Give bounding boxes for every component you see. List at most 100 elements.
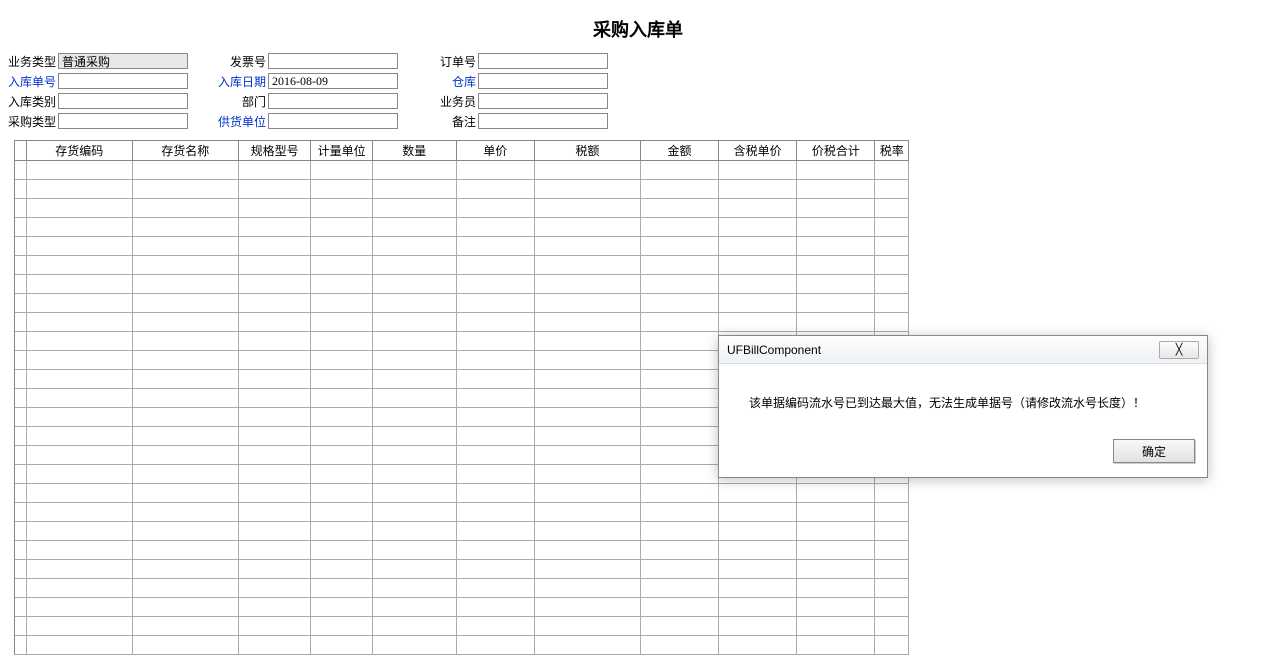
- cell[interactable]: [534, 388, 640, 407]
- cell[interactable]: [26, 559, 132, 578]
- cell[interactable]: [534, 407, 640, 426]
- cell[interactable]: [719, 236, 797, 255]
- table-row[interactable]: [15, 559, 909, 578]
- cell[interactable]: [311, 350, 372, 369]
- cell[interactable]: [640, 578, 718, 597]
- cell[interactable]: [719, 312, 797, 331]
- cell[interactable]: [640, 483, 718, 502]
- cell[interactable]: [456, 331, 534, 350]
- cell[interactable]: [132, 236, 238, 255]
- cell[interactable]: [132, 540, 238, 559]
- cell[interactable]: [26, 635, 132, 654]
- cell[interactable]: [311, 179, 372, 198]
- cell[interactable]: [456, 350, 534, 369]
- table-row[interactable]: [15, 179, 909, 198]
- cell[interactable]: [26, 369, 132, 388]
- cell[interactable]: [640, 464, 718, 483]
- cell[interactable]: [456, 236, 534, 255]
- field-input[interactable]: [58, 113, 188, 129]
- cell[interactable]: [238, 445, 311, 464]
- cell[interactable]: [26, 464, 132, 483]
- cell[interactable]: [797, 635, 875, 654]
- cell[interactable]: [640, 217, 718, 236]
- cell[interactable]: [456, 369, 534, 388]
- cell[interactable]: [719, 540, 797, 559]
- cell[interactable]: [534, 578, 640, 597]
- cell[interactable]: [26, 483, 132, 502]
- cell[interactable]: [132, 426, 238, 445]
- cell[interactable]: [534, 502, 640, 521]
- column-header[interactable]: 税额: [534, 141, 640, 160]
- cell[interactable]: [719, 635, 797, 654]
- cell[interactable]: [132, 160, 238, 179]
- cell[interactable]: [719, 597, 797, 616]
- cell[interactable]: [875, 293, 909, 312]
- cell[interactable]: [456, 255, 534, 274]
- cell[interactable]: [640, 559, 718, 578]
- cell[interactable]: [132, 597, 238, 616]
- cell[interactable]: [797, 559, 875, 578]
- cell[interactable]: [26, 426, 132, 445]
- cell[interactable]: [372, 312, 456, 331]
- cell[interactable]: [534, 445, 640, 464]
- cell[interactable]: [238, 502, 311, 521]
- cell[interactable]: [456, 616, 534, 635]
- cell[interactable]: [456, 464, 534, 483]
- cell[interactable]: [640, 293, 718, 312]
- cell[interactable]: [26, 521, 132, 540]
- cell[interactable]: [372, 502, 456, 521]
- cell[interactable]: [311, 255, 372, 274]
- cell[interactable]: [640, 540, 718, 559]
- cell[interactable]: [534, 426, 640, 445]
- cell[interactable]: [534, 483, 640, 502]
- cell[interactable]: [372, 274, 456, 293]
- cell[interactable]: [797, 217, 875, 236]
- cell[interactable]: [534, 293, 640, 312]
- cell[interactable]: [238, 426, 311, 445]
- cell[interactable]: [372, 521, 456, 540]
- cell[interactable]: [719, 255, 797, 274]
- cell[interactable]: [132, 559, 238, 578]
- table-row[interactable]: [15, 198, 909, 217]
- cell[interactable]: [534, 597, 640, 616]
- table-row[interactable]: [15, 597, 909, 616]
- cell[interactable]: [311, 388, 372, 407]
- cell[interactable]: [132, 464, 238, 483]
- cell[interactable]: [797, 179, 875, 198]
- cell[interactable]: [875, 521, 909, 540]
- cell[interactable]: [238, 578, 311, 597]
- table-row[interactable]: [15, 540, 909, 559]
- cell[interactable]: [719, 179, 797, 198]
- cell[interactable]: [311, 578, 372, 597]
- cell[interactable]: [797, 502, 875, 521]
- cell[interactable]: [26, 236, 132, 255]
- cell[interactable]: [456, 597, 534, 616]
- cell[interactable]: [719, 274, 797, 293]
- cell[interactable]: [797, 483, 875, 502]
- cell[interactable]: [132, 635, 238, 654]
- cell[interactable]: [26, 578, 132, 597]
- cell[interactable]: [534, 369, 640, 388]
- cell[interactable]: [311, 236, 372, 255]
- field-input[interactable]: [58, 53, 188, 69]
- cell[interactable]: [132, 350, 238, 369]
- cell[interactable]: [719, 293, 797, 312]
- column-header[interactable]: 规格型号: [238, 141, 311, 160]
- cell[interactable]: [132, 445, 238, 464]
- field-input[interactable]: [58, 73, 188, 89]
- column-header[interactable]: 存货名称: [132, 141, 238, 160]
- cell[interactable]: [372, 236, 456, 255]
- table-row[interactable]: [15, 274, 909, 293]
- cell[interactable]: [132, 198, 238, 217]
- field-input[interactable]: [478, 113, 608, 129]
- cell[interactable]: [719, 198, 797, 217]
- cell[interactable]: [238, 236, 311, 255]
- cell[interactable]: [372, 388, 456, 407]
- cell[interactable]: [640, 198, 718, 217]
- cell[interactable]: [372, 255, 456, 274]
- cell[interactable]: [132, 578, 238, 597]
- cell[interactable]: [640, 597, 718, 616]
- cell[interactable]: [797, 160, 875, 179]
- table-row[interactable]: [15, 635, 909, 654]
- cell[interactable]: [26, 597, 132, 616]
